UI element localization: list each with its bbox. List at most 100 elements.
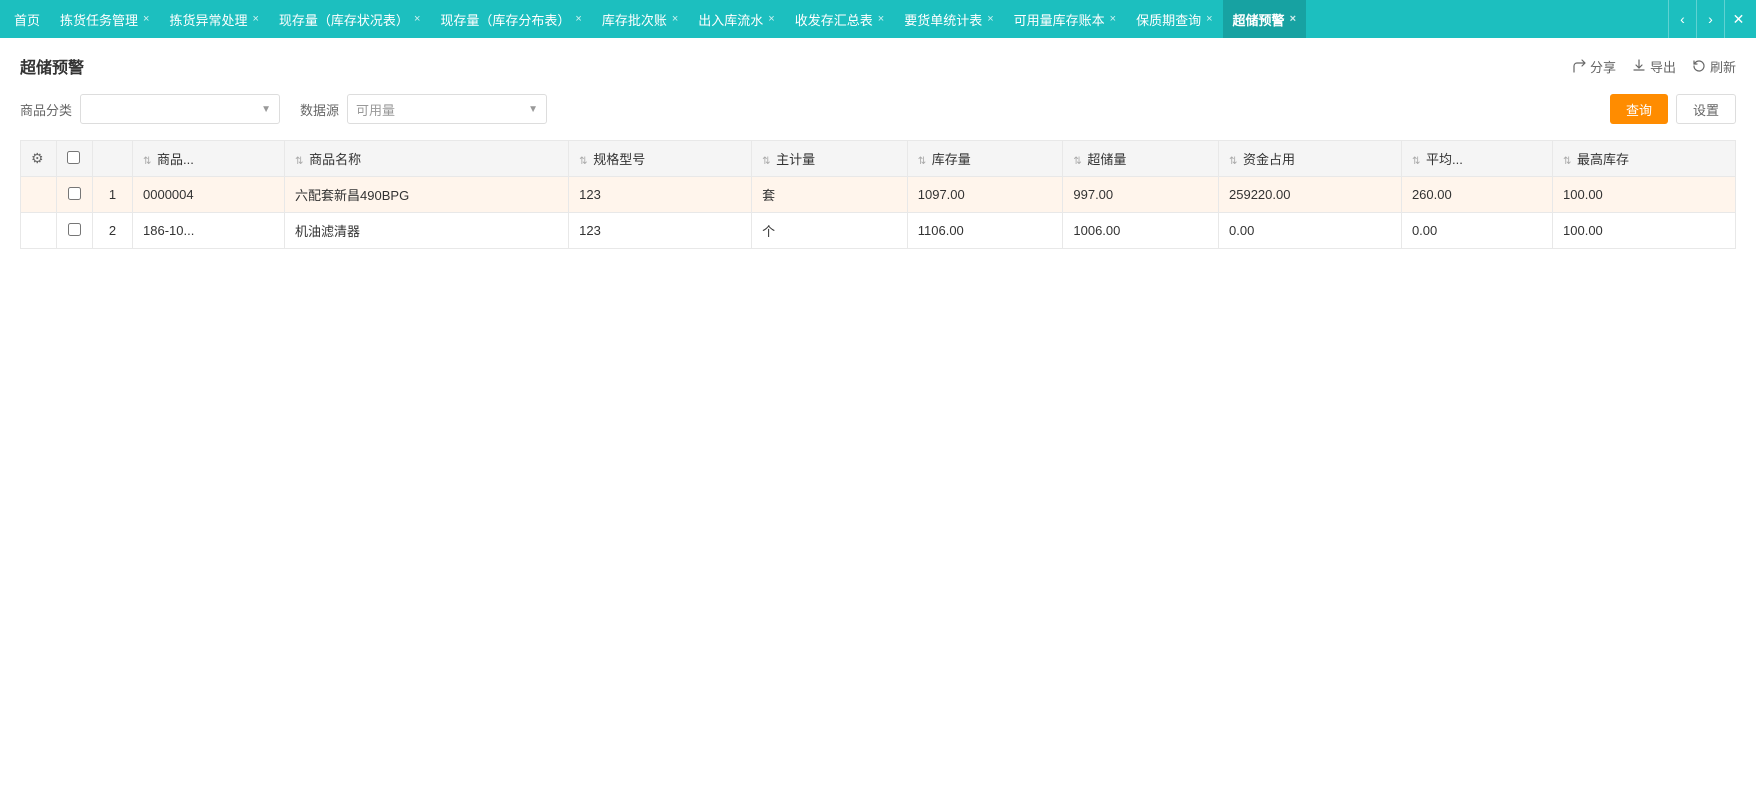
top-navigation: 首页 拣货任务管理 × 拣货异常处理 × 现存量（库存状况表） × 现存量（库存… xyxy=(0,0,1756,38)
datasource-filter-group: 数据源 可用量 ▼ xyxy=(300,94,547,124)
category-filter-group: 商品分类 ▼ xyxy=(20,94,280,124)
nav-inventory-distribution[interactable]: 现存量（库存分布表） × xyxy=(430,0,591,38)
row-checkbox-cell xyxy=(57,177,93,213)
close-icon[interactable]: × xyxy=(878,13,884,25)
row-over-stock: 1006.00 xyxy=(1063,213,1219,249)
close-icon[interactable]: × xyxy=(1206,13,1212,25)
sort-icon: ⇅ xyxy=(143,156,151,167)
sort-icon: ⇅ xyxy=(579,156,587,167)
row-unit: 个 xyxy=(752,213,908,249)
sort-icon: ⇅ xyxy=(918,156,926,167)
row-max-stock: 100.00 xyxy=(1553,213,1736,249)
row-settings-cell xyxy=(21,213,57,249)
col-header-max-stock[interactable]: ⇅ 最高库存 xyxy=(1553,141,1736,177)
nav-arrows: ‹ › ✕ xyxy=(1668,0,1752,38)
row-avg: 0.00 xyxy=(1401,213,1552,249)
row-product-name: 机油滤清器 xyxy=(285,213,569,249)
col-header-checkbox xyxy=(57,141,93,177)
row-avg: 260.00 xyxy=(1401,177,1552,213)
query-button[interactable]: 查询 xyxy=(1610,94,1668,124)
row-capital: 0.00 xyxy=(1219,213,1402,249)
table-row: 1 0000004 六配套新昌490BPG 123 套 1097.00 997.… xyxy=(21,177,1736,213)
page-title: 超储预警 xyxy=(20,54,84,78)
nav-expiry-query[interactable]: 保质期查询 × xyxy=(1126,0,1222,38)
close-icon[interactable]: × xyxy=(768,13,774,25)
settings-icon[interactable]: ⚙ xyxy=(31,150,44,166)
row-checkbox[interactable] xyxy=(68,187,81,200)
row-stock: 1097.00 xyxy=(907,177,1063,213)
settings-button[interactable]: 设置 xyxy=(1676,94,1736,124)
col-header-capital[interactable]: ⇅ 资金占用 xyxy=(1219,141,1402,177)
refresh-button[interactable]: 刷新 xyxy=(1692,57,1736,76)
row-index: 2 xyxy=(93,213,133,249)
refresh-icon xyxy=(1692,59,1706,73)
row-index: 1 xyxy=(93,177,133,213)
export-icon xyxy=(1632,59,1646,73)
export-button[interactable]: 导出 xyxy=(1632,57,1676,76)
col-header-spec[interactable]: ⇅ 规格型号 xyxy=(569,141,752,177)
row-spec: 123 xyxy=(569,213,752,249)
close-icon[interactable]: × xyxy=(1290,13,1296,25)
col-header-stock[interactable]: ⇅ 库存量 xyxy=(907,141,1063,177)
col-header-unit[interactable]: ⇅ 主计量 xyxy=(752,141,908,177)
category-label: 商品分类 xyxy=(20,100,72,119)
datasource-select[interactable]: 可用量 ▼ xyxy=(347,94,547,124)
close-icon[interactable]: × xyxy=(672,13,678,25)
nav-inventory-status[interactable]: 现存量（库存状况表） × xyxy=(269,0,430,38)
close-icon[interactable]: × xyxy=(252,13,258,25)
sort-icon: ⇅ xyxy=(1229,156,1237,167)
col-header-index xyxy=(93,141,133,177)
row-checkbox[interactable] xyxy=(68,223,81,236)
col-header-over-stock[interactable]: ⇅ 超储量 xyxy=(1063,141,1219,177)
category-select[interactable]: ▼ xyxy=(80,94,280,124)
datasource-select-value: 可用量 xyxy=(356,100,395,119)
nav-arrow-close[interactable]: ✕ xyxy=(1724,0,1752,38)
close-icon[interactable]: × xyxy=(987,13,993,25)
row-product-code: 0000004 xyxy=(133,177,285,213)
nav-available-ledger[interactable]: 可用量库存账本 × xyxy=(1004,0,1126,38)
nav-home[interactable]: 首页 xyxy=(4,0,50,38)
nav-exception-handling[interactable]: 拣货异常处理 × xyxy=(159,0,268,38)
filter-row: 商品分类 ▼ 数据源 可用量 ▼ 查询 设置 xyxy=(20,94,1736,124)
page-content: 超储预警 分享 导出 刷新 商品 xyxy=(0,38,1756,800)
col-header-product-name[interactable]: ⇅ 商品名称 xyxy=(285,141,569,177)
share-button[interactable]: 分享 xyxy=(1572,57,1616,76)
col-header-avg[interactable]: ⇅ 平均... xyxy=(1401,141,1552,177)
chevron-down-icon: ▼ xyxy=(528,104,538,115)
filter-actions: 查询 设置 xyxy=(1610,94,1736,124)
sort-icon: ⇅ xyxy=(1563,156,1571,167)
row-product-name: 六配套新昌490BPG xyxy=(285,177,569,213)
nav-overstock-warning[interactable]: 超储预警 × xyxy=(1223,0,1306,38)
nav-inout-flow[interactable]: 出入库流水 × xyxy=(688,0,784,38)
chevron-down-icon: ▼ xyxy=(261,104,271,115)
nav-receipt-summary[interactable]: 收发存汇总表 × xyxy=(785,0,894,38)
row-checkbox-cell xyxy=(57,213,93,249)
row-spec: 123 xyxy=(569,177,752,213)
nav-requisition-stats[interactable]: 要货单统计表 × xyxy=(894,0,1003,38)
sort-icon: ⇅ xyxy=(295,156,303,167)
close-icon[interactable]: × xyxy=(575,13,581,25)
table-row: 2 186-10... 机油滤清器 123 个 1106.00 1006.00 … xyxy=(21,213,1736,249)
share-icon xyxy=(1572,59,1586,73)
page-header: 超储预警 分享 导出 刷新 xyxy=(20,54,1736,78)
row-max-stock: 100.00 xyxy=(1553,177,1736,213)
close-icon[interactable]: × xyxy=(414,13,420,25)
nav-arrow-left[interactable]: ‹ xyxy=(1668,0,1696,38)
col-header-settings: ⚙ xyxy=(21,141,57,177)
close-icon[interactable]: × xyxy=(143,13,149,25)
row-stock: 1106.00 xyxy=(907,213,1063,249)
nav-arrow-right[interactable]: › xyxy=(1696,0,1724,38)
data-table: ⚙ ⇅ 商品... ⇅ 商品名称 ⇅ 规格型号 xyxy=(20,140,1736,249)
row-unit: 套 xyxy=(752,177,908,213)
close-icon[interactable]: × xyxy=(1110,13,1116,25)
header-actions: 分享 导出 刷新 xyxy=(1572,57,1736,76)
row-capital: 259220.00 xyxy=(1219,177,1402,213)
col-header-product-code[interactable]: ⇅ 商品... xyxy=(133,141,285,177)
sort-icon: ⇅ xyxy=(1412,156,1420,167)
row-product-code: 186-10... xyxy=(133,213,285,249)
select-all-checkbox[interactable] xyxy=(67,151,80,164)
nav-task-management[interactable]: 拣货任务管理 × xyxy=(50,0,159,38)
nav-batch-account[interactable]: 库存批次账 × xyxy=(592,0,688,38)
row-settings-cell xyxy=(21,177,57,213)
datasource-label: 数据源 xyxy=(300,100,339,119)
